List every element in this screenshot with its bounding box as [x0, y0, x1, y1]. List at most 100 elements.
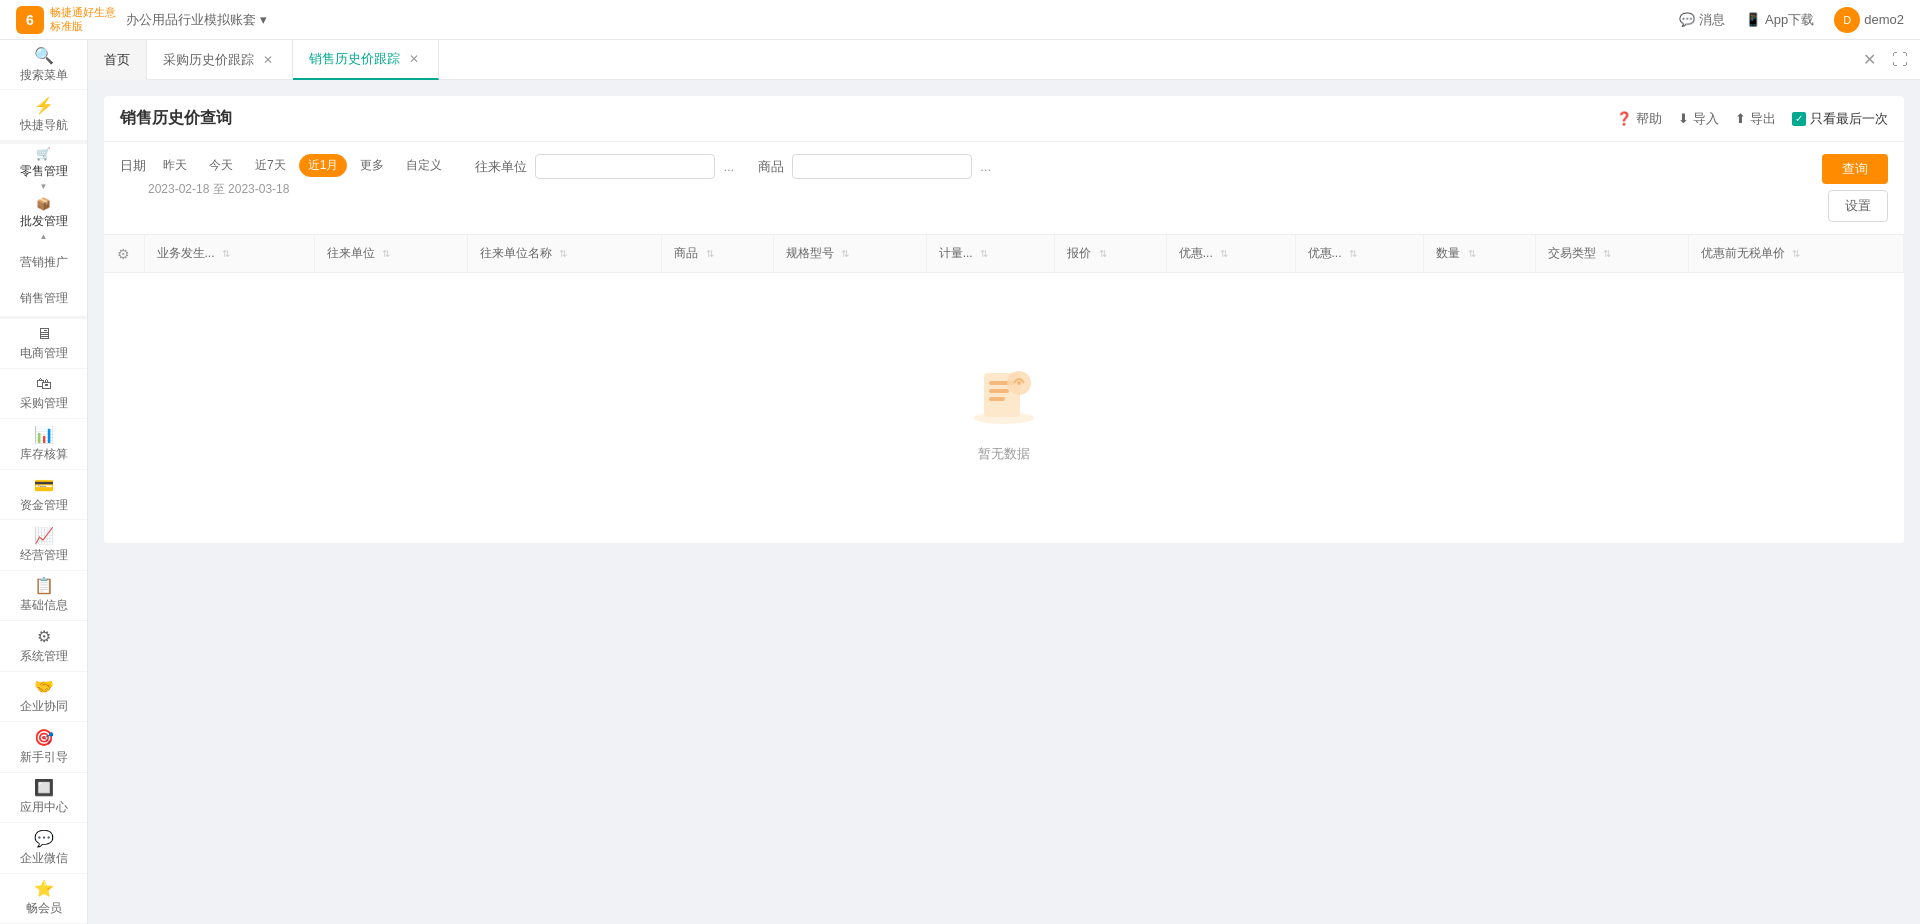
sidebar-item-inventory[interactable]: 📊 库存核算: [0, 419, 87, 469]
sidebar-item-label: 库存核算: [20, 446, 68, 463]
message-action[interactable]: 💬 消息: [1679, 11, 1725, 29]
import-action[interactable]: ⬇ 导入: [1678, 110, 1719, 128]
sidebar-item-app-center[interactable]: 🔲 应用中心: [0, 773, 87, 823]
empty-icon: [964, 353, 1044, 433]
counterpart-dots[interactable]: ...: [723, 159, 734, 174]
th-unit[interactable]: 计量... ⇅: [926, 235, 1055, 273]
column-settings-icon[interactable]: ⚙: [116, 246, 132, 262]
product-input[interactable]: [792, 154, 972, 179]
sidebar-item-retail[interactable]: 🛒 零售管理: [0, 144, 87, 194]
sidebar: 🔍 搜索菜单 ⚡ 快捷导航 🛒 零售管理 📦 批发管理 营销推广 销售管理 🖥 …: [0, 40, 88, 924]
th-quantity[interactable]: 数量 ⇅: [1424, 235, 1535, 273]
tab-purchase-history-close[interactable]: ✕: [260, 52, 276, 68]
sidebar-item-finance[interactable]: 💳 资金管理: [0, 470, 87, 520]
th-settings[interactable]: ⚙: [104, 235, 144, 273]
user-action[interactable]: D demo2: [1834, 7, 1904, 33]
ecommerce-icon: 🖥: [36, 325, 52, 343]
filter-bar: 日期 昨天 今天 近7天 近1月 更多 自定义 2023-02-18: [104, 142, 1904, 235]
sidebar-item-member[interactable]: ⭐ 畅会员: [0, 874, 87, 924]
product-dots[interactable]: ...: [980, 159, 991, 174]
help-action[interactable]: ❓ 帮助: [1616, 110, 1662, 128]
content-area: 首页 采购历史价跟踪 ✕ 销售历史价跟踪 ✕ ✕ ⛶ 销售历史价查询: [88, 40, 1920, 924]
tab-sales-history-close[interactable]: ✕: [406, 51, 422, 67]
th-pre-discount-price[interactable]: 优惠前无税单价 ⇅: [1688, 235, 1903, 273]
wholesale-icon: 📦: [36, 197, 51, 211]
sidebar-item-marketing[interactable]: 营销推广: [0, 244, 87, 280]
th-spec[interactable]: 规格型号 ⇅: [773, 235, 926, 273]
th-counterpart-name[interactable]: 往来单位名称 ⇅: [467, 235, 662, 273]
sort-icon-quantity: ⇅: [1468, 248, 1476, 259]
message-label: 消息: [1699, 11, 1725, 29]
only-last-checkbox[interactable]: ✓ 只看最后一次: [1792, 110, 1888, 128]
sidebar-item-operations[interactable]: 📈 经营管理: [0, 520, 87, 570]
date-btn-more[interactable]: 更多: [351, 154, 393, 177]
sort-icon-counterpart-code: ⇅: [382, 248, 390, 259]
sidebar-item-basic[interactable]: 📋 基础信息: [0, 571, 87, 621]
sidebar-item-sales[interactable]: 销售管理: [0, 280, 87, 316]
sidebar-item-purchase[interactable]: 🛍 采购管理: [0, 369, 87, 419]
sidebar-item-label: 新手引导: [20, 749, 68, 766]
tab-purchase-history-label: 采购历史价跟踪: [163, 51, 254, 69]
sidebar-item-label: 搜索菜单: [20, 67, 68, 84]
checkbox-icon: ✓: [1792, 112, 1806, 126]
counterpart-filter-group: 往来单位 ...: [475, 154, 734, 179]
tab-purchase-history[interactable]: 采购历史价跟踪 ✕: [147, 40, 293, 80]
header-left: 6 畅捷通好生意 标准版 办公用品行业模拟账套 ▾: [16, 6, 267, 34]
sidebar-item-search[interactable]: 🔍 搜索菜单: [0, 40, 87, 90]
fullscreen-btn[interactable]: ⛶: [1888, 47, 1912, 73]
counterpart-input[interactable]: [535, 154, 715, 179]
tab-home-label: 首页: [104, 51, 130, 69]
system-icon: ⚙: [37, 627, 51, 646]
query-button[interactable]: 查询: [1822, 154, 1888, 184]
sidebar-item-label: 批发管理: [20, 213, 68, 230]
table-header: ⚙ 业务发生... ⇅ 往来单位 ⇅: [104, 235, 1904, 273]
th-counterpart-code[interactable]: 往来单位 ⇅: [314, 235, 467, 273]
page-title-bar: 销售历史价查询 ❓ 帮助 ⬇ 导入 ⬆ 导出: [104, 96, 1904, 142]
sidebar-item-enterprise[interactable]: 🤝 企业协同: [0, 672, 87, 722]
sort-icon-counterpart-name: ⇅: [559, 248, 567, 259]
date-btn-yesterday[interactable]: 昨天: [154, 154, 196, 177]
date-btn-custom[interactable]: 自定义: [397, 154, 451, 177]
close-tab-btn[interactable]: ✕: [1859, 46, 1880, 73]
th-discount2[interactable]: 优惠... ⇅: [1295, 235, 1424, 273]
sort-icon-discount1: ⇅: [1220, 248, 1228, 259]
sidebar-item-quick-nav[interactable]: ⚡ 快捷导航: [0, 90, 87, 140]
app-download-action[interactable]: 📱 App下载: [1745, 11, 1814, 29]
sidebar-item-label: 经营管理: [20, 547, 68, 564]
date-btn-last1m[interactable]: 近1月: [299, 154, 348, 177]
logo-icon: 6: [16, 6, 44, 34]
sidebar-item-guide[interactable]: 🎯 新手引导: [0, 722, 87, 772]
sidebar-item-wholesale[interactable]: 📦 批发管理: [0, 194, 87, 244]
sidebar-item-label: 企业协同: [20, 698, 68, 715]
th-biz-date[interactable]: 业务发生... ⇅: [144, 235, 314, 273]
th-product[interactable]: 商品 ⇅: [662, 235, 773, 273]
sort-icon-quoted-price: ⇅: [1099, 248, 1107, 259]
date-btn-last7[interactable]: 近7天: [246, 154, 295, 177]
export-label: 导出: [1750, 110, 1776, 128]
app-selector[interactable]: 办公用品行业模拟账套 ▾: [126, 11, 267, 29]
sidebar-item-label: 电商管理: [20, 345, 68, 362]
tab-bar-end: ✕ ⛶: [1859, 46, 1920, 73]
enterprise-icon: 🤝: [34, 677, 54, 696]
sidebar-item-system[interactable]: ⚙ 系统管理: [0, 621, 87, 671]
th-discount1[interactable]: 优惠... ⇅: [1166, 235, 1295, 273]
export-action[interactable]: ⬆ 导出: [1735, 110, 1776, 128]
logo-area: 6 畅捷通好生意 标准版: [16, 6, 116, 34]
sidebar-item-label: 营销推广: [20, 254, 68, 271]
settings-button[interactable]: 设置: [1828, 190, 1888, 222]
purchase-icon: 🛍: [36, 375, 52, 393]
th-quoted-price[interactable]: 报价 ⇅: [1055, 235, 1166, 273]
product-filter-group: 商品 ...: [758, 154, 991, 179]
chevron-down-icon: ▾: [260, 12, 267, 27]
svg-point-6: [1017, 381, 1021, 385]
help-icon: ❓: [1616, 111, 1632, 126]
th-trade-type[interactable]: 交易类型 ⇅: [1535, 235, 1688, 273]
phone-icon: 📱: [1745, 12, 1761, 27]
tab-sales-history-label: 销售历史价跟踪: [309, 50, 400, 68]
date-btn-today[interactable]: 今天: [200, 154, 242, 177]
sidebar-item-ecommerce[interactable]: 🖥 电商管理: [0, 319, 87, 369]
sidebar-item-wechat[interactable]: 💬 企业微信: [0, 823, 87, 873]
tab-home[interactable]: 首页: [88, 40, 147, 80]
export-icon: ⬆: [1735, 111, 1746, 126]
tab-sales-history[interactable]: 销售历史价跟踪 ✕: [293, 40, 439, 80]
